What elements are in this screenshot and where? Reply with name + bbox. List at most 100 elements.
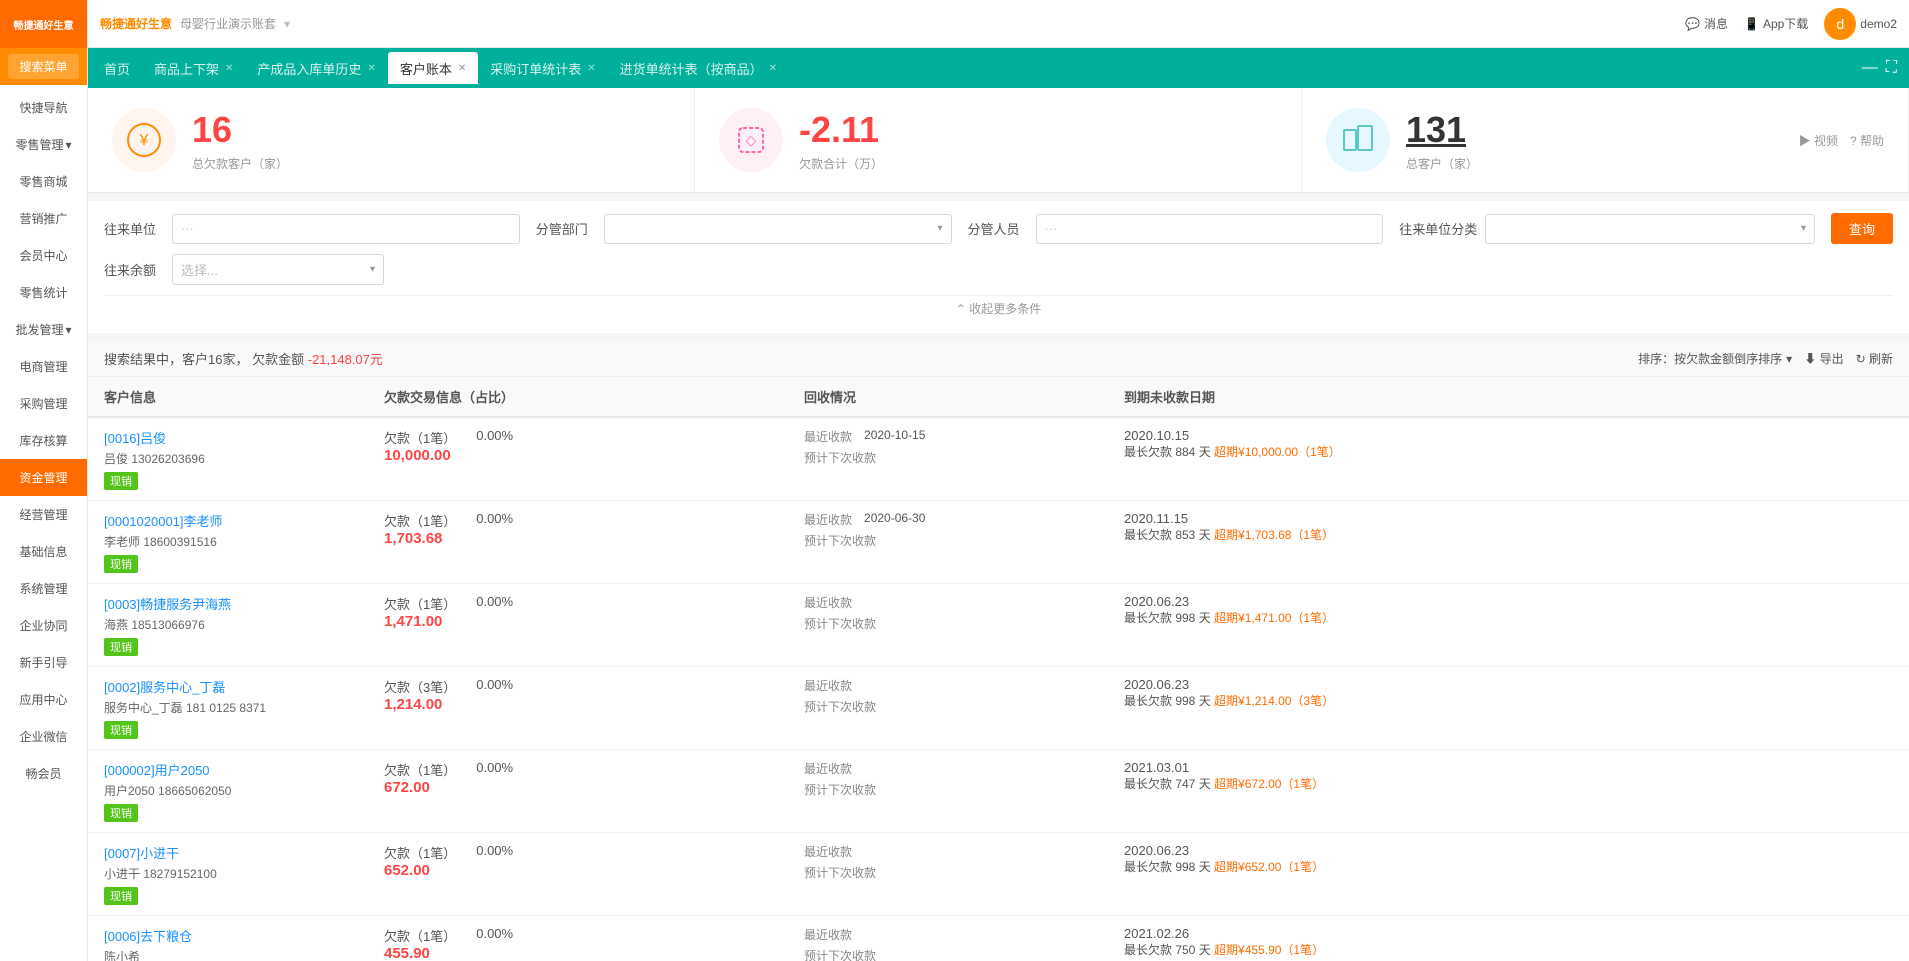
filter-dept-label: 分管部门 <box>536 219 596 238</box>
search-button[interactable]: 查询 <box>1831 213 1893 244</box>
filter-dept-select[interactable]: ▾ <box>604 214 952 244</box>
search-menu-label[interactable]: 搜索菜单 <box>8 54 79 79</box>
recovery-row: 预计下次收款 <box>804 864 1124 881</box>
overdue-amount[interactable]: 超期¥652.00（1笔） <box>1214 860 1324 874</box>
due-date: 2021.03.01 <box>1124 760 1893 775</box>
sidebar-item-wechat[interactable]: 企业微信 <box>0 718 87 755</box>
filter-person-input[interactable]: ··· <box>1036 214 1384 244</box>
debt-amount[interactable]: 652.00 <box>384 862 456 879</box>
sidebar-search-btn[interactable]: 搜索菜单 <box>0 48 87 85</box>
due-info: 2021.02.26 最长欠款 750 天 超期¥455.90（1笔） <box>1124 926 1893 958</box>
tab-stock-stat-label: 进货单统计表（按商品） <box>620 59 763 78</box>
debt-amount[interactable]: 1,214.00 <box>384 696 456 713</box>
debt-amount[interactable]: 1,471.00 <box>384 613 456 630</box>
overdue-amount[interactable]: 超期¥1,703.68（1笔） <box>1214 528 1334 542</box>
debt-amount[interactable]: 672.00 <box>384 779 456 796</box>
table-header: 客户信息 欠款交易信息（占比） 回收情况 到期未收款日期 <box>88 377 1909 418</box>
sidebar-item-finance[interactable]: 资金管理 <box>0 459 87 496</box>
debt-block: 欠款（1笔） 1,471.00 <box>384 594 456 630</box>
sidebar-item-purchase[interactable]: 采购管理 <box>0 385 87 422</box>
sidebar-item-marketing[interactable]: 营销推广 <box>0 200 87 237</box>
sidebar-item-retail-stat[interactable]: 零售统计 <box>0 274 87 311</box>
app-download-btn[interactable]: 📱 App下载 <box>1744 15 1808 32</box>
customer-name-link[interactable]: [000002]用户2050 <box>104 760 384 779</box>
tab-purchase-stat[interactable]: 采购订单统计表 ✕ <box>478 52 607 84</box>
sidebar-item-wholesale[interactable]: 批发管理 ▾ <box>0 311 87 348</box>
chevron-down-icon[interactable]: ▾ <box>284 17 290 31</box>
sidebar-item-member[interactable]: 会员中心 <box>0 237 87 274</box>
tab-close-icon[interactable]: ✕ <box>367 63 375 74</box>
filter-collapse-btn[interactable]: ⌃ 收起更多条件 <box>104 295 1893 321</box>
overdue-amount[interactable]: 超期¥1,471.00（1笔） <box>1214 611 1334 625</box>
recent-label: 最近收款 <box>804 926 852 943</box>
sidebar-item-basic-info[interactable]: 基础信息 <box>0 533 87 570</box>
recovery-info: 最近收款 2020-10-15 预计下次收款 <box>804 428 1124 470</box>
message-btn[interactable]: 💬 消息 <box>1685 15 1728 32</box>
due-date: 2020.06.23 <box>1124 843 1893 858</box>
sidebar-item-label: 资金管理 <box>4 469 83 486</box>
sidebar-item-guide[interactable]: 新手引导 <box>0 644 87 681</box>
tab-stock-history[interactable]: 产成品入库单历史 ✕ <box>245 52 387 84</box>
tab-product-list[interactable]: 商品上下架 ✕ <box>142 52 245 84</box>
recovery-row: 最近收款 2020-10-15 <box>804 428 1124 445</box>
recent-label: 最近收款 <box>804 511 852 528</box>
customer-tag: 现销 <box>104 804 138 822</box>
customer-name-link[interactable]: [0002]服务中心_丁磊 <box>104 677 384 696</box>
sidebar-item-apps[interactable]: 应用中心 <box>0 681 87 718</box>
debt-customers-icon: ¥ <box>112 108 176 172</box>
help-btn[interactable]: ? 帮助 <box>1850 132 1884 149</box>
tab-close-icon[interactable]: ✕ <box>587 63 595 74</box>
chevron-up-icon: ⌃ <box>956 302 966 316</box>
sidebar-item-retail-mgmt[interactable]: 零售管理 ▾ <box>0 126 87 163</box>
tabs-collapse-btn[interactable]: — <box>1862 59 1878 77</box>
overdue-amount[interactable]: 超期¥10,000.00（1笔） <box>1214 445 1341 459</box>
overdue-amount[interactable]: 超期¥455.90（1笔） <box>1214 943 1324 957</box>
sidebar-item-quick-nav[interactable]: 快捷导航 <box>0 89 87 126</box>
main-area: 畅捷通好生意 母婴行业演示账套 ▾ 💬 消息 📱 App下载 d demo2 <box>88 0 1909 961</box>
refresh-btn[interactable]: ↻ 刷新 <box>1856 350 1893 367</box>
overdue-amount[interactable]: 超期¥1,214.00（3笔） <box>1214 694 1334 708</box>
overdue-days: 最长欠款 884 天 <box>1124 445 1211 459</box>
tabs-expand-btn[interactable]: ⛶ <box>1886 59 1897 77</box>
sidebar-item-collab[interactable]: 企业协同 <box>0 607 87 644</box>
filter-source-unit-input[interactable]: ··· <box>172 214 520 244</box>
customer-name-link[interactable]: [0003]畅捷服务尹海燕 <box>104 594 384 613</box>
overdue-amount[interactable]: 超期¥672.00（1笔） <box>1214 777 1324 791</box>
debt-percent: 0.00% <box>476 926 513 941</box>
tab-close-icon[interactable]: ✕ <box>769 63 777 74</box>
recovery-info: 最近收款 2020-06-30 预计下次收款 <box>804 511 1124 553</box>
total-customers-value: 131 <box>1406 109 1478 151</box>
customer-name-link[interactable]: [0006]去下粮仓 <box>104 926 384 945</box>
sidebar-item-vip[interactable]: 畅会员 <box>0 755 87 792</box>
tabs-bar: 首页 商品上下架 ✕ 产成品入库单历史 ✕ 客户账本 ✕ 采购订单统计表 ✕ 进… <box>88 48 1909 88</box>
overdue-days: 最长欠款 998 天 <box>1124 694 1211 708</box>
export-btn[interactable]: ⬇ 导出 <box>1804 350 1843 367</box>
filter-unit-category-select[interactable]: ▾ <box>1485 214 1815 244</box>
debt-amount[interactable]: 1,703.68 <box>384 530 456 547</box>
tab-stock-stat[interactable]: 进货单统计表（按商品） ✕ <box>608 52 789 84</box>
tab-home[interactable]: 首页 <box>92 52 142 84</box>
results-info: 搜索结果中，客户16家， 欠款金额 -21,148.07元 <box>104 349 383 368</box>
customer-name-link[interactable]: [0001020001]李老师 <box>104 511 384 530</box>
video-btn[interactable]: ▶ 视频 <box>1799 132 1838 149</box>
debt-amount[interactable]: 455.90 <box>384 945 456 961</box>
tab-close-icon[interactable]: ✕ <box>225 63 233 74</box>
sidebar-item-system[interactable]: 系统管理 <box>0 570 87 607</box>
sidebar-item-ecommerce[interactable]: 电商管理 <box>0 348 87 385</box>
customer-name-link[interactable]: [0007]小进干 <box>104 843 384 862</box>
sidebar-item-retail-store[interactable]: 零售商城 <box>0 163 87 200</box>
user-menu[interactable]: d demo2 <box>1824 8 1897 40</box>
tab-close-icon[interactable]: ✕ <box>458 63 466 74</box>
table-area: 客户信息 欠款交易信息（占比） 回收情况 到期未收款日期 [0016]吕俊 吕俊… <box>88 377 1909 961</box>
filter-unit-category-label: 往来单位分类 <box>1399 219 1477 238</box>
sidebar-item-inventory[interactable]: 库存核算 <box>0 422 87 459</box>
filter-source-unit-label: 往来单位 <box>104 219 164 238</box>
sidebar-item-operations[interactable]: 经营管理 <box>0 496 87 533</box>
tab-customer-account[interactable]: 客户账本 ✕ <box>388 52 478 84</box>
due-info: 2021.03.01 最长欠款 747 天 超期¥672.00（1笔） <box>1124 760 1893 792</box>
next-label: 预计下次收款 <box>804 947 876 961</box>
customer-name-link[interactable]: [0016]吕俊 <box>104 428 384 447</box>
filter-balance-select[interactable]: 选择... ▾ <box>172 254 384 285</box>
sort-select[interactable]: 排序：按欠款金额倒序排序 ▾ <box>1638 350 1792 367</box>
debt-amount[interactable]: 10,000.00 <box>384 447 456 464</box>
